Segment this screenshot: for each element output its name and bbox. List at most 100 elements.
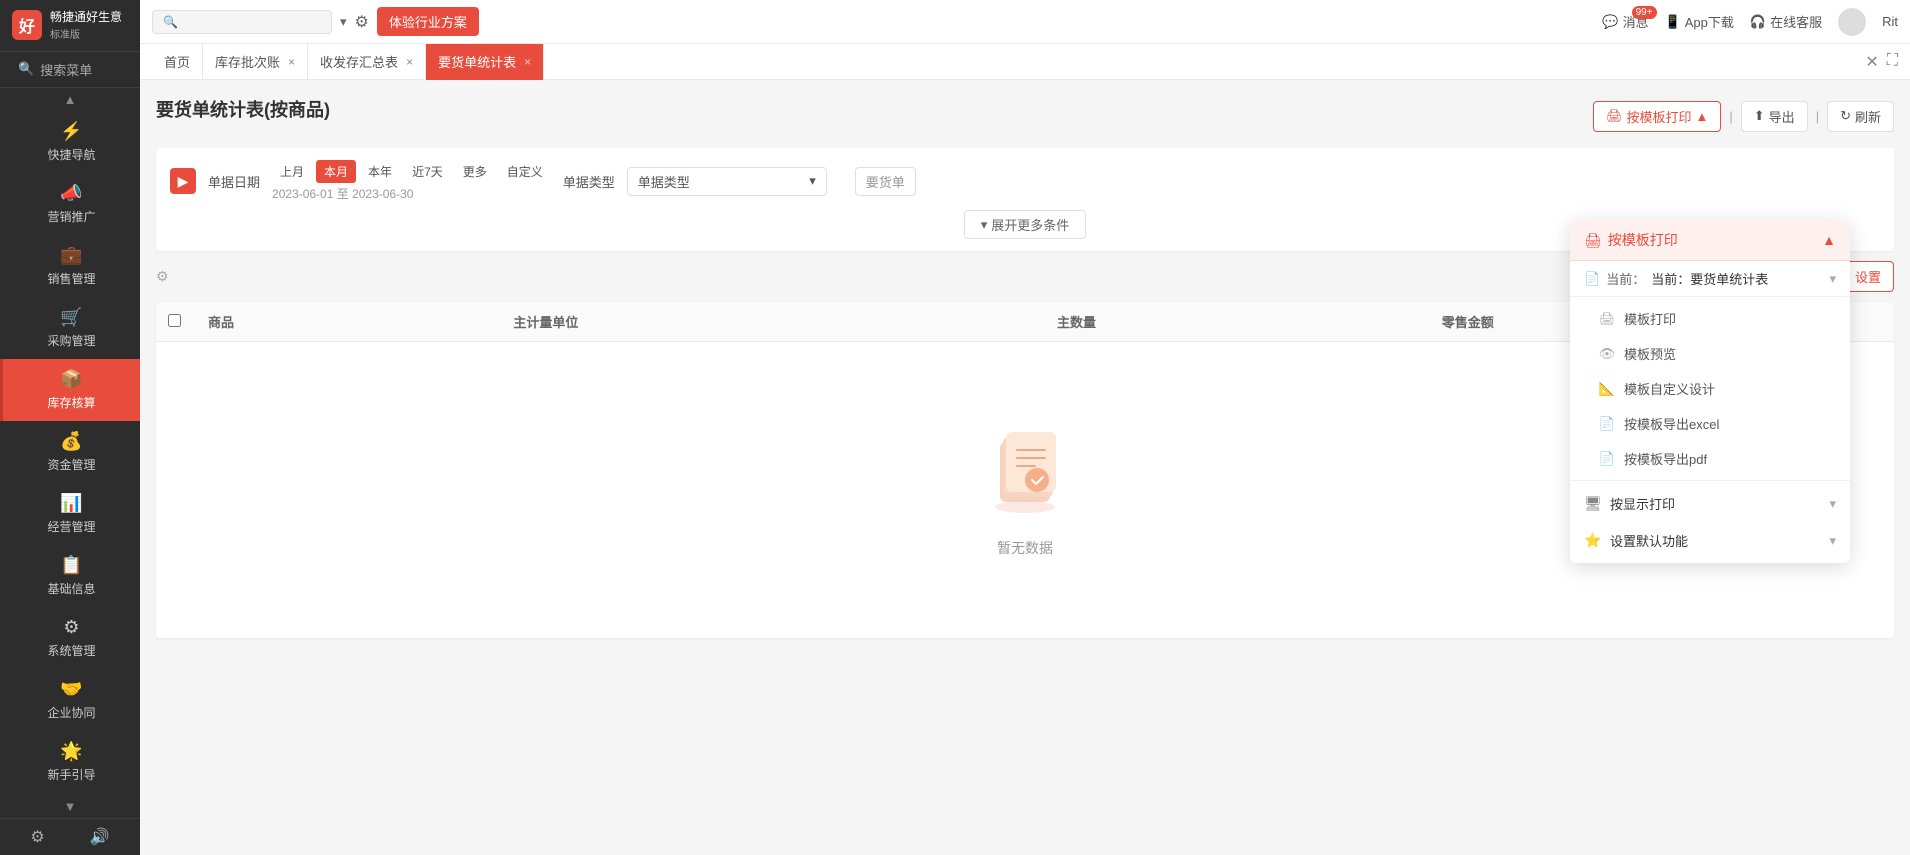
dropdown-item-template-print[interactable]: 🖨 模板打印	[1570, 301, 1850, 336]
app-download-btn[interactable]: 📱 App下载	[1665, 12, 1734, 31]
finance-icon: 💰	[60, 431, 82, 452]
sidebar-settings-icon[interactable]: ⚙	[30, 827, 44, 847]
tab-order-stats-close[interactable]: ×	[524, 55, 531, 69]
template-print-icon: 🖨	[1598, 311, 1616, 327]
tabs-close-all-btn[interactable]: ✕	[1865, 52, 1878, 72]
sidebar-item-inventory[interactable]: 📦 库存核算	[0, 359, 140, 421]
username-label: Rit	[1882, 14, 1898, 29]
template-export-excel-icon: 📄	[1598, 416, 1616, 432]
current-template-row[interactable]: 📄 当前： 当前：要货单统计表 ▾	[1570, 261, 1850, 297]
sidebar-scroll-down[interactable]: ▼	[0, 795, 140, 818]
order-type-select[interactable]: 单据类型 ▾	[627, 167, 827, 196]
dropdown-item-template-export-excel[interactable]: 📄 按模板导出excel	[1570, 406, 1850, 441]
dropdown-header: 🖨 按模板打印 ▲	[1570, 220, 1850, 261]
template-print-label: 模板打印	[1624, 309, 1676, 328]
refresh-btn[interactable]: ↻ 刷新	[1827, 101, 1894, 132]
messages-btn[interactable]: 💬 消息 99+	[1602, 12, 1648, 31]
separator-1: |	[1729, 109, 1732, 124]
date-filter-label: 单据日期	[208, 172, 260, 191]
refresh-label: 刷新	[1855, 107, 1881, 126]
date-tab-custom[interactable]: 自定义	[499, 160, 551, 183]
expand-more-btn[interactable]: ▾ 展开更多条件	[964, 210, 1087, 239]
sidebar-sound-icon[interactable]: 🔊	[90, 827, 110, 847]
dropdown-collapse-icon[interactable]: ▲	[1822, 232, 1836, 248]
user-avatar[interactable]	[1838, 8, 1866, 36]
print-dropdown-menu: 🖨 按模板打印 ▲ 📄 当前： 当前：要货单统计表 ▾ 🖨 模板打印 👁	[1570, 220, 1850, 563]
col-quantity: 主数量	[1045, 302, 1430, 342]
date-tab-last-7[interactable]: 近7天	[404, 160, 451, 183]
template-preview-label: 模板预览	[1624, 344, 1676, 363]
dropdown-item-template-design[interactable]: 📐 模板自定义设计	[1570, 371, 1850, 406]
online-support-label: 在线客服	[1770, 12, 1822, 31]
sidebar-item-sales[interactable]: 💼 销售管理	[0, 235, 140, 297]
sidebar-item-system[interactable]: ⚙ 系统管理	[0, 607, 140, 669]
trial-btn[interactable]: 体验行业方案	[377, 7, 479, 36]
dropdown-item-set-default[interactable]: ⭐ 设置默认功能 ▾	[1570, 522, 1850, 559]
sidebar-scroll-up[interactable]: ▲	[0, 88, 140, 111]
sidebar-item-basics[interactable]: 📋 基础信息	[0, 545, 140, 607]
col-goods: 商品	[196, 302, 501, 342]
dropdown-print-icon: 🖨	[1584, 232, 1602, 249]
quick-nav-icon: ⚡	[60, 121, 82, 142]
tabs-expand-btn[interactable]: ⛶	[1887, 52, 1898, 72]
dropdown-section-secondary: 🖥 按显示打印 ▾ ⭐ 设置默认功能 ▾	[1570, 480, 1850, 563]
date-tab-current-year[interactable]: 本年	[360, 160, 400, 183]
sidebar-item-label: 基础信息	[47, 580, 95, 597]
purchase-icon: 🛒	[60, 307, 82, 328]
empty-text: 暂无数据	[997, 538, 1053, 558]
order-type-value: 单据类型	[638, 172, 690, 191]
filter-expand-btn[interactable]: ▶	[170, 168, 196, 194]
empty-illustration	[975, 422, 1075, 522]
sidebar-item-finance[interactable]: 💰 资金管理	[0, 421, 140, 483]
sidebar-item-label: 快捷导航	[47, 146, 95, 163]
page-content: 要货单统计表(按商品) 🖨 按模板打印 ▲ | ⬆ 导出 | ↻ 刷新	[140, 80, 1910, 855]
sidebar-item-label: 销售管理	[47, 270, 95, 287]
topbar-search[interactable]: 🔍	[152, 10, 332, 34]
topbar-dropdown-icon[interactable]: ▾	[340, 14, 347, 30]
tab-receipt-summary-close[interactable]: ×	[406, 55, 413, 69]
expand-label: 展开更多条件	[991, 215, 1069, 234]
tab-order-stats[interactable]: 要货单统计表 ×	[426, 44, 544, 80]
tab-inventory-batch[interactable]: 库存批次账 ×	[203, 44, 308, 80]
tab-home[interactable]: 首页	[152, 44, 203, 80]
online-support-btn[interactable]: 🎧 在线客服	[1750, 12, 1822, 31]
sidebar-item-operation[interactable]: 📊 经营管理	[0, 483, 140, 545]
export-btn[interactable]: ⬆ 导出	[1741, 101, 1808, 132]
sidebar-item-label: 采购管理	[47, 332, 95, 349]
sidebar-item-quick-nav[interactable]: ⚡ 快捷导航	[0, 111, 140, 173]
tabs-actions: ✕ ⛶	[1865, 52, 1898, 72]
app-name: 畅捷通好生意	[50, 10, 122, 26]
filter-row: ▶ 单据日期 上月 本月 本年 近7天 更多 自定义 2023-06-01 至 …	[170, 160, 1880, 202]
current-label-arrow: ▾	[1829, 271, 1836, 287]
date-tab-prev-month[interactable]: 上月	[272, 160, 312, 183]
app-logo-icon: 好	[12, 10, 42, 40]
date-tabs: 上月 本月 本年 近7天 更多 自定义	[272, 160, 551, 183]
tab-inventory-batch-close[interactable]: ×	[288, 55, 295, 69]
sidebar-item-label: 资金管理	[47, 456, 95, 473]
dropdown-item-template-export-pdf[interactable]: 📄 按模板导出pdf	[1570, 441, 1850, 476]
current-template-icon: 📄	[1584, 271, 1600, 287]
select-all-checkbox[interactable]	[168, 314, 181, 327]
page-top-actions: 🖨 按模板打印 ▲ | ⬆ 导出 | ↻ 刷新	[1593, 101, 1894, 132]
template-export-excel-label: 按模板导出excel	[1624, 414, 1719, 433]
sidebar-item-marketing[interactable]: 📣 营销推广	[0, 173, 140, 235]
dropdown-item-template-preview[interactable]: 👁 模板预览	[1570, 336, 1850, 371]
sidebar-item-label: 库存核算	[47, 394, 95, 411]
search-menu-item[interactable]: 🔍 搜索菜单	[0, 52, 140, 88]
select-arrow-icon: ▾	[809, 173, 816, 189]
print-template-btn[interactable]: 🖨 按模板打印 ▲	[1593, 101, 1721, 132]
dropdown-item-display-print[interactable]: 🖥 按显示打印 ▾	[1570, 485, 1850, 522]
sidebar-item-collab[interactable]: 🤝 企业协同	[0, 669, 140, 731]
tab-receipt-summary[interactable]: 收发存汇总表 ×	[308, 44, 426, 80]
date-tab-more[interactable]: 更多	[455, 160, 495, 183]
table-settings-icon[interactable]: ⚙	[156, 268, 169, 285]
date-tab-current-month[interactable]: 本月	[316, 160, 356, 183]
topbar-settings-icon[interactable]: ⚙	[355, 12, 369, 32]
print-icon: 🖨	[1606, 108, 1623, 124]
col-checkbox[interactable]	[156, 302, 196, 342]
display-print-icon: 🖥	[1584, 495, 1602, 512]
sidebar-item-purchase[interactable]: 🛒 采购管理	[0, 297, 140, 359]
sidebar-item-guide[interactable]: 🌟 新手引导	[0, 731, 140, 793]
sidebar-item-label: 新手引导	[47, 766, 95, 783]
sidebar-item-label: 企业协同	[47, 704, 95, 721]
